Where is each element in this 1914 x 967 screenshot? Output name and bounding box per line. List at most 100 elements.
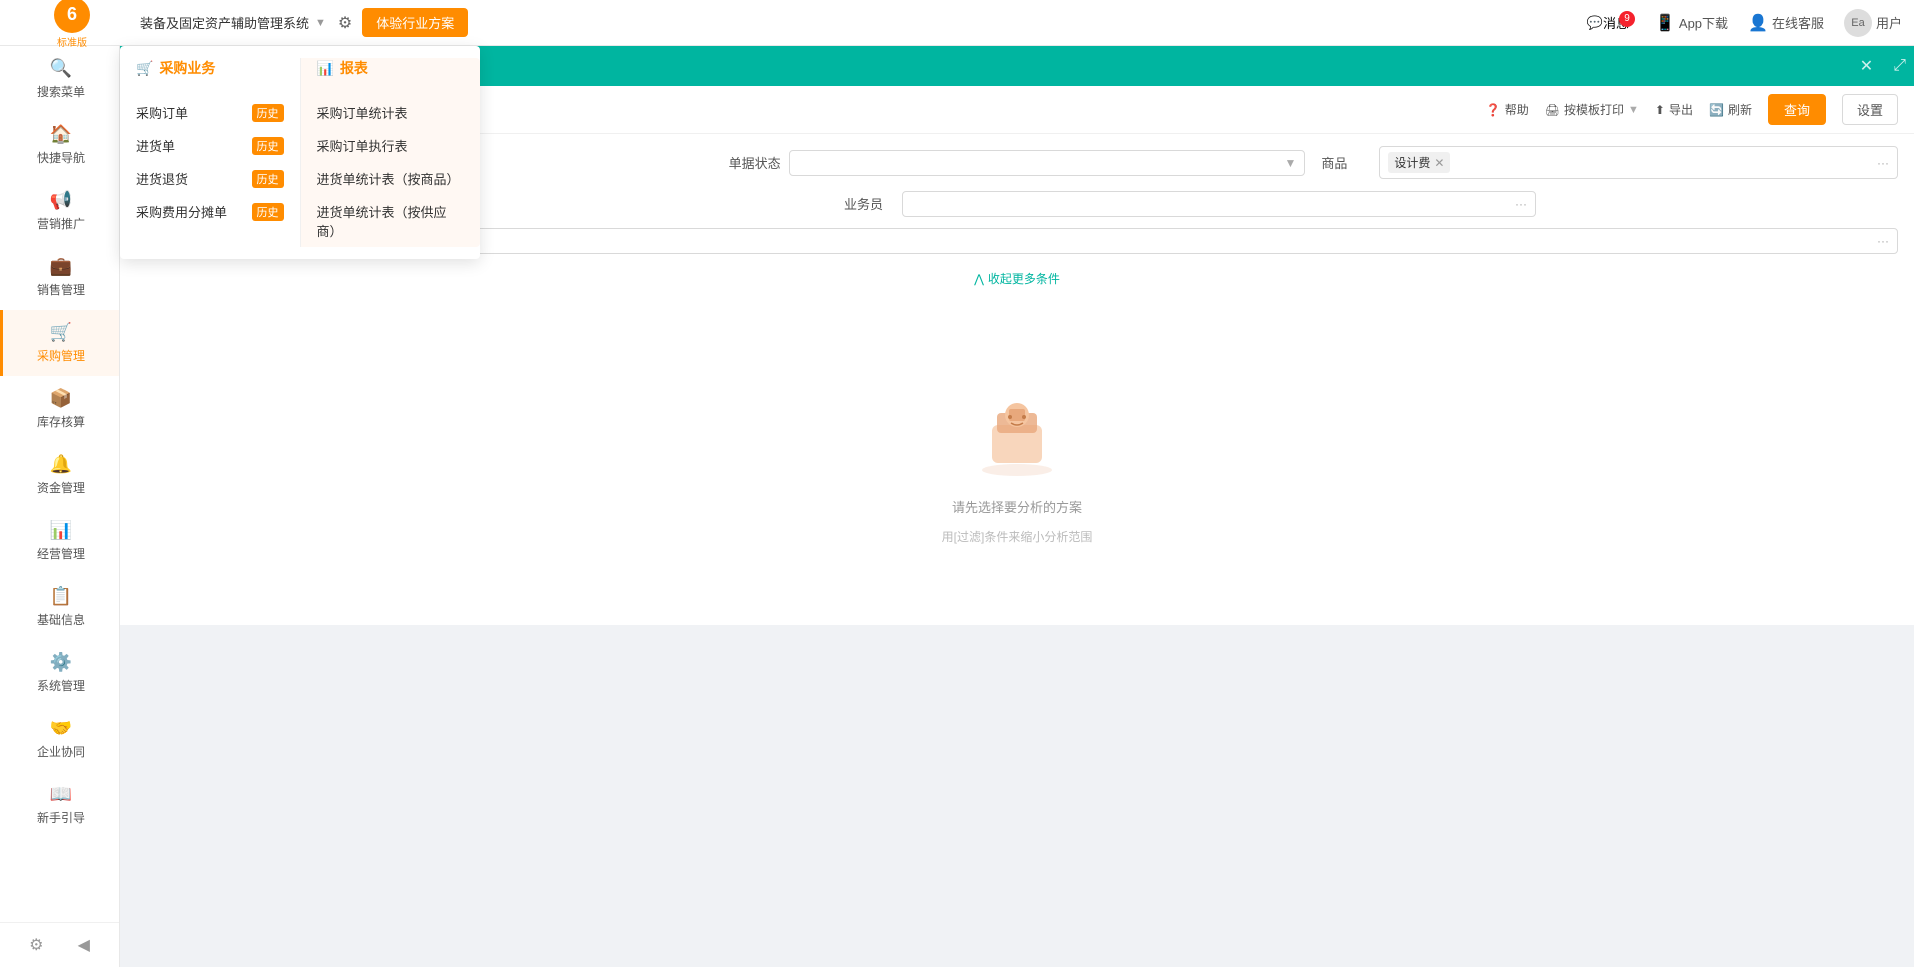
goods-filter: 商品 设计费 ✕ ··· — [1321, 146, 1898, 179]
sidebar-label-cooperation: 企业协同 — [37, 743, 85, 760]
goods-input[interactable]: 设计费 ✕ ··· — [1379, 146, 1898, 179]
sidebar-item-inventory[interactable]: 📦 库存核算 — [0, 376, 119, 442]
dropdown-item-report-3[interactable]: 进货单统计表（按商品） — [317, 162, 465, 195]
sidebar-label-quick: 快捷导航 — [37, 149, 85, 166]
sidebar-collapse-btn[interactable]: ◀ — [78, 935, 90, 955]
goods-dots-icon[interactable]: ··· — [1877, 156, 1889, 170]
dropdown-item-report-4[interactable]: 进货单统计表（按供应商） — [317, 195, 465, 247]
help-label: 帮助 — [1505, 101, 1529, 118]
help-btn[interactable]: ❓ 帮助 — [1486, 101, 1529, 118]
print-arrow-icon: ▼ — [1628, 104, 1639, 116]
refresh-btn[interactable]: 🔄 刷新 — [1709, 101, 1752, 118]
message-badge: 9 — [1619, 11, 1635, 27]
doc-status-arrow-icon: ▼ — [1284, 156, 1296, 170]
settings-btn[interactable]: 设置 — [1842, 94, 1898, 125]
dropdown-item-goods-return[interactable]: 进货退货 历史 — [136, 162, 284, 195]
dropdown-item-report-2[interactable]: 采购订单执行表 — [317, 129, 465, 162]
dropdown-item-label-report-3: 进货单统计表（按商品） — [317, 169, 460, 188]
empty-hint1: 请先选择要分析的方案 — [952, 497, 1082, 516]
dropdown-item-label-goods-return: 进货退货 — [136, 169, 188, 188]
cooperation-icon: 🤝 — [50, 718, 72, 739]
sidebar-bottom: ⚙ ◀ — [0, 922, 119, 967]
empty-state: 请先选择要分析的方案 用[过滤]条件来缩小分析范围 — [120, 305, 1914, 625]
doc-status-input[interactable]: ▼ — [789, 150, 1306, 176]
dropdown-item-report-1[interactable]: 采购订单统计表 — [317, 96, 465, 129]
report-header-label: 报表 — [340, 58, 368, 78]
print-icon: 🖨 — [1545, 103, 1560, 117]
online-service-label: 在线客服 — [1772, 13, 1824, 32]
goods-tag-text: 设计费 — [1394, 154, 1430, 171]
purchase-icon: 🛒 — [50, 322, 72, 343]
salesperson-input[interactable]: ··· — [902, 191, 1536, 217]
doc-status-label: 单据状态 — [729, 153, 781, 172]
doc-status-filter: 单据状态 ▼ — [729, 150, 1306, 176]
sidebar-item-quick[interactable]: 🏠 快捷导航 — [0, 112, 119, 178]
refresh-icon: 🔄 — [1709, 103, 1724, 117]
hist-badge-purchase-expense: 历史 — [252, 203, 284, 221]
dropdown-item-purchase-expense[interactable]: 采购费用分摊单 历史 — [136, 195, 284, 228]
avatar: Ea — [1844, 9, 1872, 37]
phone-icon: 📱 — [1655, 13, 1675, 33]
logo-icon: 6 — [54, 0, 90, 33]
hist-badge-goods-return: 历史 — [252, 170, 284, 188]
sidebar-item-cooperation[interactable]: 🤝 企业协同 — [0, 706, 119, 772]
collapse-btn[interactable]: ⋀ 收起更多条件 — [136, 264, 1898, 293]
marketing-icon: 📢 — [50, 190, 72, 211]
help-icon: ❓ — [1486, 103, 1501, 117]
sidebar-item-purchase[interactable]: 🛒 采购管理 — [0, 310, 119, 376]
settings-icon[interactable]: ⚙ — [338, 13, 352, 33]
empty-illustration — [967, 385, 1067, 485]
export-btn[interactable]: ⬆ 导出 — [1655, 101, 1693, 118]
dropdown-panel: 🛒 采购业务 采购订单 历史 进货单 历史 进货退货 历史 采购费用分摊单 历史 — [120, 46, 480, 259]
export-icon: ⬆ — [1655, 103, 1665, 117]
app-download-area[interactable]: 📱 App下载 — [1655, 13, 1728, 33]
sidebar-label-search: 搜索菜单 — [37, 83, 85, 100]
customer-dots-icon[interactable]: ··· — [1877, 234, 1889, 248]
goods-tag-close[interactable]: ✕ — [1434, 156, 1444, 170]
tabbar-close-icon[interactable]: ✕ — [1848, 56, 1885, 76]
tabbar-expand-icon[interactable]: ⤢ — [1885, 57, 1914, 75]
salesperson-dots-icon[interactable]: ··· — [1515, 197, 1527, 211]
dropdown-item-label-report-4: 进货单统计表（按供应商） — [317, 202, 465, 240]
sidebar-label-purchase: 采购管理 — [37, 347, 85, 364]
dropdown-item-label-report-2: 采购订单执行表 — [317, 136, 408, 155]
purchase-header-icon: 🛒 — [136, 60, 153, 77]
sidebar-item-search[interactable]: 🔍 搜索菜单 — [0, 46, 119, 112]
dropdown-item-label-goods-receipt: 进货单 — [136, 136, 175, 155]
sidebar-item-system[interactable]: ⚙️ 系统管理 — [0, 640, 119, 706]
print-btn[interactable]: 🖨 按模板打印 ▼ — [1545, 101, 1639, 118]
sidebar-item-guide[interactable]: 📖 新手引导 — [0, 772, 119, 838]
sidebar-label-system: 系统管理 — [37, 677, 85, 694]
industry-button[interactable]: 体验行业方案 — [362, 8, 468, 37]
message-area[interactable]: 💬 消息 9 — [1587, 13, 1635, 32]
service-icon: 👤 — [1748, 13, 1768, 33]
user-label: 用户 — [1876, 13, 1902, 32]
dropdown-item-purchase-order[interactable]: 采购订单 历史 — [136, 96, 284, 129]
app-download-label: App下载 — [1679, 13, 1728, 32]
refresh-label: 刷新 — [1728, 101, 1752, 118]
topbar: 6 标准版 装备及固定资产辅助管理系统 ▼ ⚙ 体验行业方案 💬 消息 9 📱 … — [0, 0, 1914, 46]
report-header-icon: 📊 — [317, 60, 334, 77]
sidebar-item-marketing[interactable]: 📢 营销推广 — [0, 178, 119, 244]
dropdown-purchase-col: 🛒 采购业务 采购订单 历史 进货单 历史 进货退货 历史 采购费用分摊单 历史 — [120, 58, 300, 247]
dropdown-item-label-purchase-expense: 采购费用分摊单 — [136, 202, 227, 221]
sidebar-item-finance[interactable]: 🔔 资金管理 — [0, 442, 119, 508]
goods-tag: 设计费 ✕ — [1388, 152, 1450, 173]
query-btn[interactable]: 查询 — [1768, 94, 1826, 125]
sidebar-item-operations[interactable]: 📊 经营管理 — [0, 508, 119, 574]
dropdown-overlay: 🛒 采购业务 采购订单 历史 进货单 历史 进货退货 历史 采购费用分摊单 历史 — [120, 46, 480, 259]
online-service-area[interactable]: 👤 在线客服 — [1748, 13, 1824, 33]
sidebar-label-finance: 资金管理 — [37, 479, 85, 496]
purchase-header: 🛒 采购业务 — [136, 58, 284, 84]
sidebar-item-sales[interactable]: 💼 销售管理 — [0, 244, 119, 310]
sidebar-item-basic[interactable]: 📋 基础信息 — [0, 574, 119, 640]
user-area[interactable]: Ea 用户 — [1844, 9, 1902, 37]
dropdown-item-goods-receipt[interactable]: 进货单 历史 — [136, 129, 284, 162]
goods-label: 商品 — [1321, 153, 1371, 172]
sidebar-settings-btn[interactable]: ⚙ — [29, 935, 43, 955]
system-selector[interactable]: 装备及固定资产辅助管理系统 ▼ — [132, 9, 334, 36]
sidebar-label-guide: 新手引导 — [37, 809, 85, 826]
hist-badge-purchase-order: 历史 — [252, 104, 284, 122]
sidebar-label-basic: 基础信息 — [37, 611, 85, 628]
sidebar-label-inventory: 库存核算 — [37, 413, 85, 430]
